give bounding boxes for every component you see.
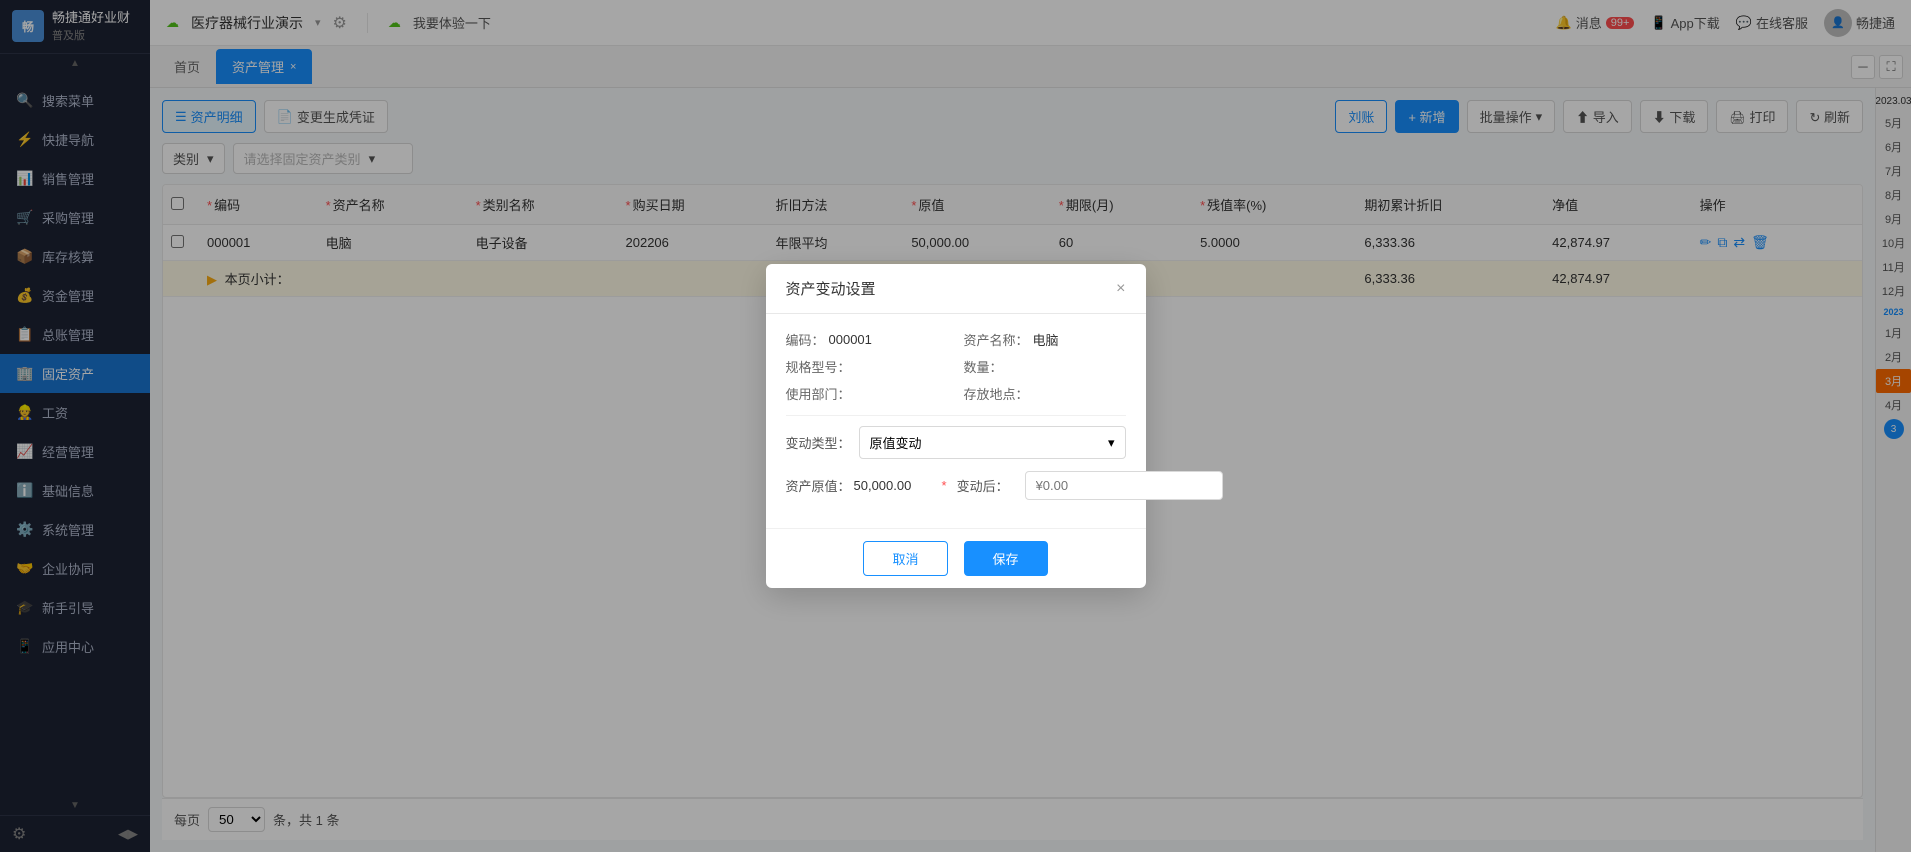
after-value-input[interactable] [1025,471,1223,500]
modal-title: 资产变动设置 [786,278,876,299]
modal-body: 编码： 000001 资产名称： 电脑 规格型号： 数量： 使用部门： [766,314,1146,528]
info-location: 存放地点： [964,384,1126,403]
quantity-label: 数量： [964,357,1003,376]
original-value-label: 资产原值： [786,476,846,495]
required-star: * [942,478,947,493]
form-row-original-value: 资产原值： 50,000.00 * 变动后： [786,471,1126,500]
info-asset-name: 资产名称： 电脑 [964,330,1126,349]
asset-name-label: 资产名称： [964,330,1029,349]
change-type-label: 变动类型： [786,433,851,452]
original-value-display: 50,000.00 [854,478,934,493]
modal-divider [786,415,1126,416]
spec-label: 规格型号： [786,357,851,376]
code-value: 000001 [829,332,872,347]
change-type-select[interactable]: 原值变动 ▾ [859,426,1126,459]
info-spec: 规格型号： [786,357,948,376]
info-code: 编码： 000001 [786,330,948,349]
location-label: 存放地点： [964,384,1029,403]
info-dept: 使用部门： [786,384,948,403]
cancel-button[interactable]: 取消 [863,541,947,576]
change-type-dropdown-icon: ▾ [1108,435,1115,451]
info-quantity: 数量： [964,357,1126,376]
dept-label: 使用部门： [786,384,851,403]
asset-change-modal: 资产变动设置 × 编码： 000001 资产名称： 电脑 规格型号： 数 [766,264,1146,588]
code-label: 编码： [786,330,825,349]
modal-overlay: 资产变动设置 × 编码： 000001 资产名称： 电脑 规格型号： 数 [0,0,1911,852]
modal-close-btn[interactable]: × [1116,280,1125,298]
modal-footer: 取消 保存 [766,528,1146,588]
form-row-change-type: 变动类型： 原值变动 ▾ [786,426,1126,459]
save-button[interactable]: 保存 [964,541,1048,576]
asset-name-value: 电脑 [1033,330,1059,349]
modal-header: 资产变动设置 × [766,264,1146,314]
info-grid: 编码： 000001 资产名称： 电脑 规格型号： 数量： 使用部门： [786,330,1126,403]
change-type-value: 原值变动 [870,433,922,452]
after-label: 变动后： [957,476,1017,495]
